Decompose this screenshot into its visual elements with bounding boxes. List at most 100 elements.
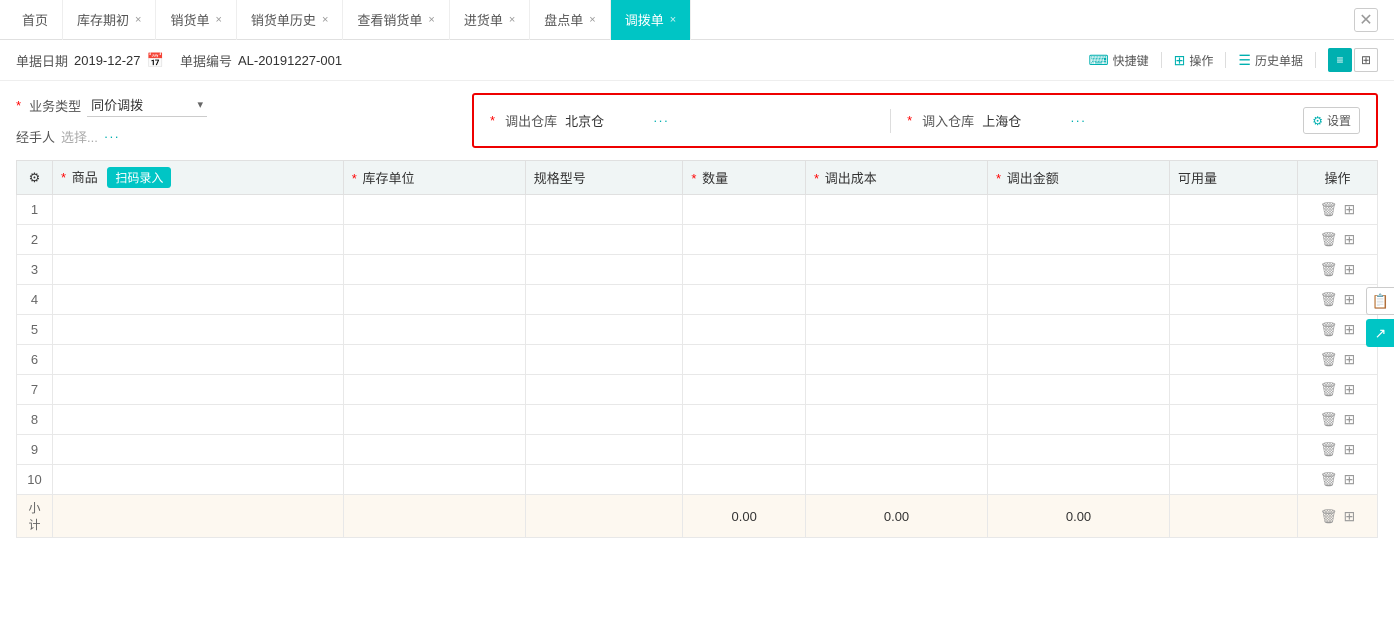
- th-gear[interactable]: ⚙: [17, 161, 53, 195]
- tab-inventory-check[interactable]: 盘点单 ×: [530, 0, 610, 40]
- cell-unit-3[interactable]: [343, 255, 525, 285]
- delete-icon-2[interactable]: 🗑: [1320, 231, 1338, 248]
- copy-icon-4[interactable]: ⊞: [1344, 291, 1356, 308]
- history-button[interactable]: ☰ 历史单据: [1238, 52, 1303, 69]
- cell-amount-5[interactable]: [988, 315, 1170, 345]
- cell-available-9[interactable]: [1170, 435, 1298, 465]
- cell-qty-1[interactable]: [683, 195, 806, 225]
- cell-product-2[interactable]: [53, 225, 344, 255]
- tab-sales-history-close[interactable]: ×: [322, 14, 328, 26]
- copy-icon-6[interactable]: ⊞: [1344, 351, 1356, 368]
- list-view-button[interactable]: ≡: [1328, 48, 1352, 72]
- cell-available-7[interactable]: [1170, 375, 1298, 405]
- cell-cost-6[interactable]: [806, 345, 988, 375]
- copy-icon-7[interactable]: ⊞: [1344, 381, 1356, 398]
- delete-icon-8[interactable]: 🗑: [1320, 411, 1338, 428]
- cell-spec-5[interactable]: [525, 315, 683, 345]
- tab-transfer-order[interactable]: 调拨单 ×: [611, 0, 691, 40]
- tab-inventory-check-close[interactable]: ×: [589, 14, 595, 26]
- cell-unit-2[interactable]: [343, 225, 525, 255]
- cell-qty-3[interactable]: [683, 255, 806, 285]
- cell-available-3[interactable]: [1170, 255, 1298, 285]
- tab-purchase-order[interactable]: 进货单 ×: [450, 0, 530, 40]
- cell-amount-9[interactable]: [988, 435, 1170, 465]
- delete-icon-7[interactable]: 🗑: [1320, 381, 1338, 398]
- cell-qty-2[interactable]: [683, 225, 806, 255]
- shortcuts-button[interactable]: ⌨ 快捷键: [1088, 52, 1148, 69]
- copy-icon-10[interactable]: ⊞: [1344, 471, 1356, 488]
- cell-cost-9[interactable]: [806, 435, 988, 465]
- tab-inventory-init[interactable]: 库存期初 ×: [63, 0, 156, 40]
- cell-amount-1[interactable]: [988, 195, 1170, 225]
- cell-unit-10[interactable]: [343, 465, 525, 495]
- copy-icon-8[interactable]: ⊞: [1344, 411, 1356, 428]
- cell-amount-3[interactable]: [988, 255, 1170, 285]
- cell-unit-6[interactable]: [343, 345, 525, 375]
- cell-available-4[interactable]: [1170, 285, 1298, 315]
- cell-qty-4[interactable]: [683, 285, 806, 315]
- settings-button[interactable]: ⚙ 设置: [1303, 107, 1360, 134]
- tab-purchase-order-close[interactable]: ×: [509, 14, 515, 26]
- cell-unit-5[interactable]: [343, 315, 525, 345]
- tab-sales-order-close[interactable]: ×: [215, 14, 221, 26]
- cell-qty-10[interactable]: [683, 465, 806, 495]
- cell-unit-9[interactable]: [343, 435, 525, 465]
- cell-product-6[interactable]: [53, 345, 344, 375]
- business-type-select[interactable]: 同价调拨 ▾: [87, 93, 207, 117]
- cell-amount-8[interactable]: [988, 405, 1170, 435]
- cell-spec-9[interactable]: [525, 435, 683, 465]
- cell-qty-9[interactable]: [683, 435, 806, 465]
- cell-amount-2[interactable]: [988, 225, 1170, 255]
- cell-available-6[interactable]: [1170, 345, 1298, 375]
- cell-available-10[interactable]: [1170, 465, 1298, 495]
- cell-product-8[interactable]: [53, 405, 344, 435]
- cell-spec-6[interactable]: [525, 345, 683, 375]
- warehouse-out-more[interactable]: ···: [653, 113, 669, 128]
- note-float-button[interactable]: 📋: [1366, 287, 1394, 315]
- cell-spec-4[interactable]: [525, 285, 683, 315]
- cell-product-1[interactable]: [53, 195, 344, 225]
- cell-product-4[interactable]: [53, 285, 344, 315]
- cell-cost-7[interactable]: [806, 375, 988, 405]
- tab-sales-order[interactable]: 销货单 ×: [156, 0, 236, 40]
- delete-icon-5[interactable]: 🗑: [1320, 321, 1338, 338]
- cell-cost-3[interactable]: [806, 255, 988, 285]
- delete-icon-3[interactable]: 🗑: [1320, 261, 1338, 278]
- delete-icon-4[interactable]: 🗑: [1320, 291, 1338, 308]
- copy-icon-5[interactable]: ⊞: [1344, 321, 1356, 338]
- copy-icon-3[interactable]: ⊞: [1344, 261, 1356, 278]
- cell-product-7[interactable]: [53, 375, 344, 405]
- subtotal-copy-icon[interactable]: ⊞: [1344, 508, 1356, 525]
- cell-product-3[interactable]: [53, 255, 344, 285]
- window-close-button[interactable]: ✕: [1354, 8, 1378, 32]
- cell-amount-4[interactable]: [988, 285, 1170, 315]
- copy-icon-2[interactable]: ⊞: [1344, 231, 1356, 248]
- cell-qty-7[interactable]: [683, 375, 806, 405]
- cell-cost-2[interactable]: [806, 225, 988, 255]
- cell-available-1[interactable]: [1170, 195, 1298, 225]
- cell-qty-5[interactable]: [683, 315, 806, 345]
- grid-view-button[interactable]: ⊞: [1354, 48, 1378, 72]
- cell-spec-1[interactable]: [525, 195, 683, 225]
- cell-product-10[interactable]: [53, 465, 344, 495]
- cell-cost-1[interactable]: [806, 195, 988, 225]
- tab-sales-history[interactable]: 销货单历史 ×: [237, 0, 343, 40]
- cell-available-8[interactable]: [1170, 405, 1298, 435]
- scan-button[interactable]: 扫码录入: [107, 167, 171, 188]
- cell-cost-5[interactable]: [806, 315, 988, 345]
- cell-unit-7[interactable]: [343, 375, 525, 405]
- cell-qty-8[interactable]: [683, 405, 806, 435]
- cell-product-9[interactable]: [53, 435, 344, 465]
- delete-icon-9[interactable]: 🗑: [1320, 441, 1338, 458]
- tab-transfer-order-close[interactable]: ×: [670, 14, 676, 26]
- tab-inventory-init-close[interactable]: ×: [135, 14, 141, 26]
- cell-unit-4[interactable]: [343, 285, 525, 315]
- copy-icon-1[interactable]: ⊞: [1344, 201, 1356, 218]
- cell-unit-1[interactable]: [343, 195, 525, 225]
- person-more-icon[interactable]: ···: [104, 129, 120, 144]
- delete-icon-10[interactable]: 🗑: [1320, 471, 1338, 488]
- person-select[interactable]: 选择...: [61, 127, 98, 146]
- cell-cost-10[interactable]: [806, 465, 988, 495]
- cell-spec-8[interactable]: [525, 405, 683, 435]
- cell-amount-6[interactable]: [988, 345, 1170, 375]
